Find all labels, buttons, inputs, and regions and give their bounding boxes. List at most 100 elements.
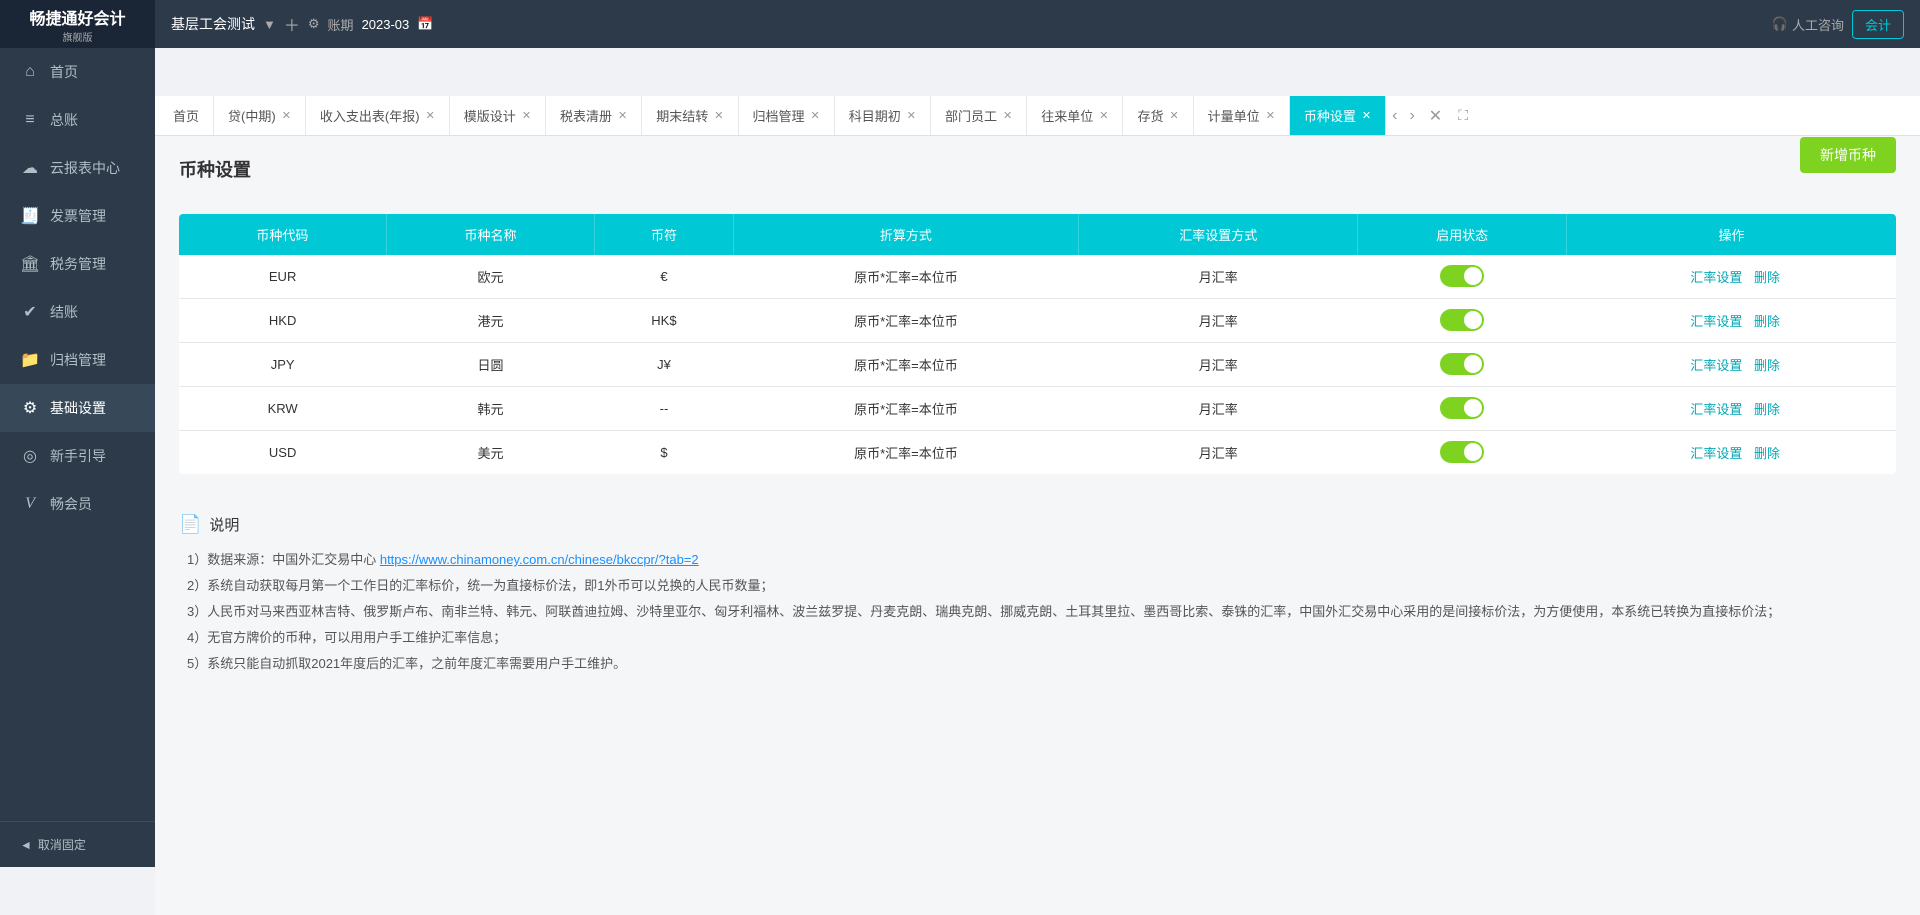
tab-close-unit[interactable]: ✕ [1266,109,1275,122]
tab-close-currency[interactable]: ✕ [1362,109,1371,122]
sidebar-label-tax: 税务管理 [50,254,106,274]
col-action: 操作 [1566,214,1896,255]
col-calc: 折算方式 [733,214,1079,255]
invoice-icon: 🧾 [20,206,40,226]
tab-nav-prev[interactable]: ‹ [1386,107,1403,125]
rate-setting-btn-3[interactable]: 汇率设置 [1690,402,1742,417]
sidebar-item-invoice[interactable]: 🧾 发票管理 [0,192,155,240]
toggle-enabled-4[interactable] [1440,441,1484,463]
cell-enabled-0 [1358,255,1567,299]
tab-home[interactable]: 首页 [159,96,214,136]
sidebar-item-home[interactable]: ⌂ 首页 [0,48,155,96]
tab-close-contacts[interactable]: ✕ [1099,109,1108,122]
tab-close-subject-init[interactable]: ✕ [907,109,916,122]
cell-calc-4: 原币*汇率=本位币 [733,431,1079,475]
tab-subject-init[interactable]: 科目期初 ✕ [835,96,931,136]
sidebar-item-settings[interactable]: ⚙ 基础设置 [0,384,155,432]
sidebar-item-tax[interactable]: 🏛 税务管理 [0,240,155,288]
tab-period-transfer[interactable]: 期末结转 ✕ [642,96,738,136]
app-title: 畅捷通好会计 [29,5,125,29]
delete-btn-2[interactable]: 删除 [1754,358,1780,373]
delete-btn-3[interactable]: 删除 [1754,402,1780,417]
rate-setting-btn-2[interactable]: 汇率设置 [1690,358,1742,373]
tab-template[interactable]: 模版设计 ✕ [450,96,546,136]
sidebar-item-ledger[interactable]: ≡ 总账 [0,96,155,144]
top-right: 🎧 人工咨询 会计 [1772,10,1904,39]
col-rate-type: 汇率设置方式 [1079,214,1358,255]
rate-setting-btn-0[interactable]: 汇率设置 [1690,270,1742,285]
rate-setting-btn-4[interactable]: 汇率设置 [1690,446,1742,461]
tab-close-all-icon[interactable]: ✕ [1421,106,1450,126]
tab-dept-staff[interactable]: 部门员工 ✕ [931,96,1027,136]
sidebar-label-home: 首页 [50,62,78,82]
toggle-enabled-2[interactable] [1440,353,1484,375]
page-title: 币种设置 [179,156,251,182]
cell-code-2: JPY [179,343,386,387]
cell-enabled-3 [1358,387,1567,431]
tab-unit[interactable]: 计量单位 ✕ [1194,96,1290,136]
col-enabled: 启用状态 [1358,214,1567,255]
sidebar-item-archive[interactable]: 📁 归档管理 [0,336,155,384]
table-row: EUR 欧元 € 原币*汇率=本位币 月汇率 汇率设置 删除 [179,255,1896,299]
cell-symbol-4: $ [595,431,733,475]
tab-close-loan[interactable]: ✕ [282,109,291,122]
table-header: 币种代码 币种名称 币符 折算方式 汇率设置方式 启用状态 操作 [179,214,1896,255]
page-content: 币种设置 新增币种 币种代码 币种名称 币符 折算方式 汇率设置方式 启用状态 … [155,136,1920,915]
notice-link[interactable]: https://www.chinamoney.com.cn/chinese/bk… [380,552,699,567]
sidebar-item-member[interactable]: V 畅会员 [0,480,155,528]
delete-btn-0[interactable]: 删除 [1754,270,1780,285]
tab-contacts[interactable]: 往来单位 ✕ [1027,96,1123,136]
tab-close-period-transfer[interactable]: ✕ [714,109,723,122]
help-button[interactable]: 🎧 人工咨询 [1772,15,1844,34]
toggle-thumb-1 [1464,311,1482,329]
company-dropdown-icon[interactable]: ▼ [263,17,276,32]
sidebar-label-ledger: 总账 [50,110,78,130]
rate-setting-btn-1[interactable]: 汇率设置 [1690,314,1742,329]
tab-label-unit: 计量单位 [1208,106,1260,125]
delete-btn-1[interactable]: 删除 [1754,314,1780,329]
toggle-enabled-1[interactable] [1440,309,1484,331]
tab-close-inventory[interactable]: ✕ [1169,109,1178,122]
tab-close-tax-list[interactable]: ✕ [618,109,627,122]
new-currency-button[interactable]: 新增币种 [1800,137,1896,173]
tab-maximize-icon[interactable]: ⛶ [1450,107,1476,124]
tab-label-subject-init: 科目期初 [849,106,901,125]
tab-currency[interactable]: 币种设置 ✕ [1290,96,1386,136]
settings-icon[interactable]: ⚙ [308,16,320,32]
col-code: 币种代码 [179,214,386,255]
tab-close-template[interactable]: ✕ [522,109,531,122]
cell-rate-type-3: 月汇率 [1079,387,1358,431]
toggle-enabled-3[interactable] [1440,397,1484,419]
notice-item-1: 1）数据来源：中国外汇交易中心 https://www.chinamoney.c… [187,547,1896,573]
col-name: 币种名称 [386,214,595,255]
tab-close-dept-staff[interactable]: ✕ [1003,109,1012,122]
tab-archive[interactable]: 归档管理 ✕ [739,96,835,136]
notice-item-5: 5）系统只能自动抓取2021年度后的汇率，之前年度汇率需要用户手工维护。 [187,651,1896,677]
account-button[interactable]: 会计 [1852,10,1904,39]
cell-symbol-1: HK$ [595,299,733,343]
tab-income-report[interactable]: 收入支出表(年报) ✕ [306,96,450,136]
main-wrapper: 首页 贷(中期) ✕ 收入支出表(年报) ✕ 模版设计 ✕ 税表清册 ✕ 期末结… [155,96,1920,915]
cell-calc-2: 原币*汇率=本位币 [733,343,1079,387]
tab-close-income-report[interactable]: ✕ [426,109,435,122]
gear-icon: ⚙ [20,398,40,418]
toggle-enabled-0[interactable] [1440,265,1484,287]
sidebar-item-checkout[interactable]: ✔ 结账 [0,288,155,336]
delete-btn-4[interactable]: 删除 [1754,446,1780,461]
add-company-icon[interactable]: ＋ [284,12,300,36]
calendar-icon[interactable]: 📅 [417,16,433,32]
tax-icon: 🏛 [20,254,40,274]
tab-nav-next[interactable]: › [1403,107,1420,125]
tab-tax-list[interactable]: 税表清册 ✕ [546,96,642,136]
sidebar-label-archive: 归档管理 [50,350,106,370]
tab-label-tax-list: 税表清册 [560,106,612,125]
sidebar-item-guide[interactable]: ◎ 新手引导 [0,432,155,480]
cell-action-4: 汇率设置 删除 [1566,431,1896,475]
sidebar-pin-toggle[interactable]: ◄ 取消固定 [0,821,155,867]
sidebar-item-reports[interactable]: ☁ 云报表中心 [0,144,155,192]
tab-loan[interactable]: 贷(中期) ✕ [214,96,306,136]
cell-action-1: 汇率设置 删除 [1566,299,1896,343]
tab-inventory[interactable]: 存货 ✕ [1123,96,1193,136]
tab-close-archive[interactable]: ✕ [811,109,820,122]
toggle-thumb-2 [1464,355,1482,373]
